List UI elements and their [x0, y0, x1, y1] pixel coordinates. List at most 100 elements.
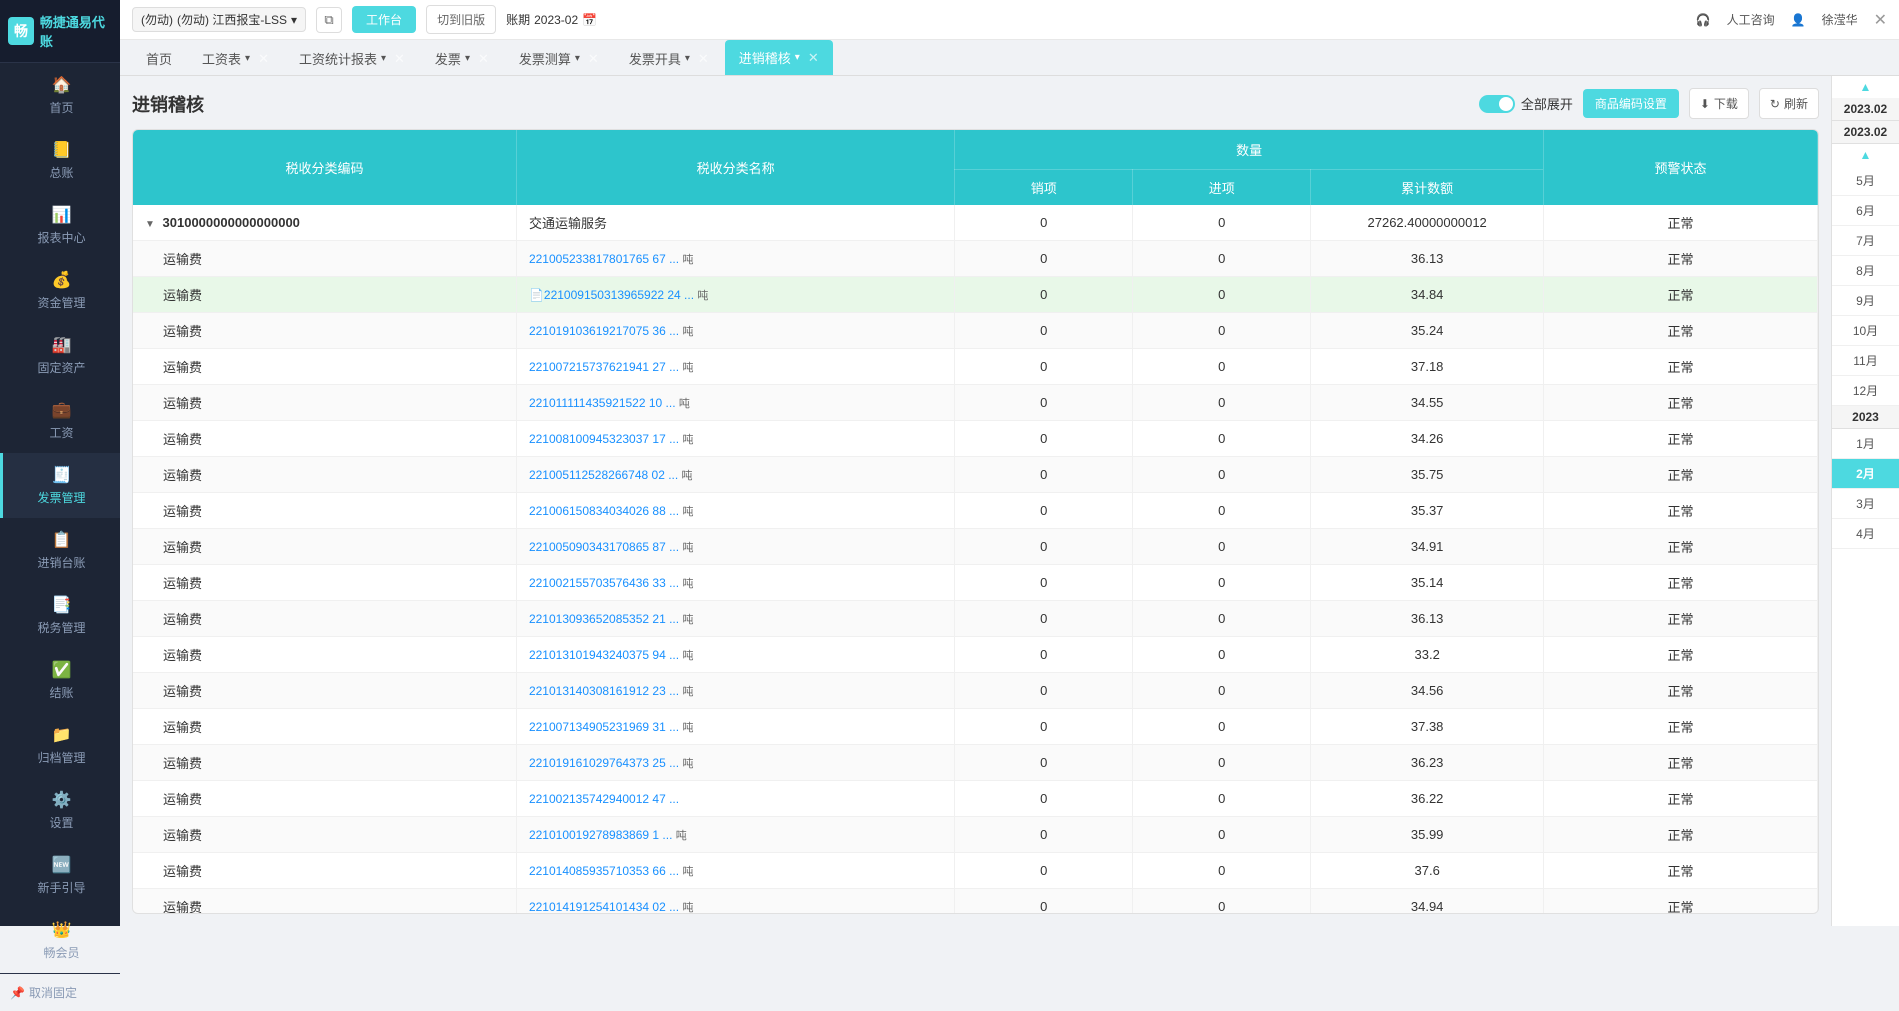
sidebar-item-member[interactable]: 👑 畅会员 — [0, 908, 120, 973]
company-select[interactable]: (勿动) (勿动) 江西报宝-LSS ▾ — [132, 7, 306, 32]
page-content: 进销稽核 全部展开 商品编码设置 ⬇ 下载 ↻ 刷新 — [120, 76, 1831, 926]
cal-month-5月[interactable]: 5月 — [1832, 166, 1899, 196]
tab-label-invoice: 发票 — [435, 49, 461, 68]
table-row[interactable]: 运输费 221019103619217075 36 ... 吨 0 0 35.2… — [133, 313, 1818, 349]
table-row[interactable]: 运输费 221002135742940012 47 ... 0 0 36.22 … — [133, 781, 1818, 817]
tab-salary[interactable]: 工资表 ▾ ✕ — [188, 39, 283, 76]
table-row[interactable]: 运输费 221010019278983869 1 ... 吨 0 0 35.99… — [133, 817, 1818, 853]
table-row[interactable]: 运输费 221005233817801765 67 ... 吨 0 0 36.1… — [133, 241, 1818, 277]
row-status: 正常 — [1544, 781, 1818, 817]
cal-nav-mid[interactable]: ▲ — [1832, 144, 1899, 166]
toggle-switch[interactable] — [1479, 95, 1515, 113]
row-jin: 0 — [1133, 457, 1311, 493]
row-jin: 0 — [1133, 349, 1311, 385]
row-status: 正常 — [1544, 313, 1818, 349]
table-row[interactable]: 运输费 221005090343170865 87 ... 吨 0 0 34.9… — [133, 529, 1818, 565]
table-row[interactable]: 运输费 221013101943240375 94 ... 吨 0 0 33.2… — [133, 637, 1818, 673]
table-row[interactable]: ▼ 3010000000000000000 交通运输服务 0 0 27262.4… — [133, 205, 1818, 241]
sidebar-item-ledger[interactable]: 📒 总账 — [0, 128, 120, 193]
tab-dropdown-icon-in-out-check: ▾ — [795, 52, 800, 63]
cal-month-7月[interactable]: 7月 — [1832, 226, 1899, 256]
tab-home[interactable]: 首页 — [132, 39, 186, 76]
table-row[interactable]: 运输费 221011111435921522 10 ... 吨 0 0 34.5… — [133, 385, 1818, 421]
row-code: ▼ 3010000000000000000 — [133, 205, 516, 241]
switch-button[interactable]: 切到旧版 — [426, 5, 496, 34]
cal-month-3月[interactable]: 3月 — [1832, 489, 1899, 519]
table-row[interactable]: 运输费 221013093652085352 21 ... 吨 0 0 36.1… — [133, 601, 1818, 637]
tab-in-out-check[interactable]: 进销稽核 ▾ ✕ — [725, 40, 833, 75]
cal-month-10月[interactable]: 10月 — [1832, 316, 1899, 346]
sidebar-icon-member: 👑 — [52, 920, 72, 940]
tab-close-salary[interactable]: ✕ — [258, 51, 269, 67]
tab-invoice-calc[interactable]: 发票测算 ▾ ✕ — [505, 39, 613, 76]
row-leiji: 37.6 — [1311, 853, 1544, 889]
sidebar-icon-archive: 📁 — [52, 725, 72, 745]
row-name: 运输费 — [133, 817, 516, 853]
sidebar-item-salary[interactable]: 💼 工资 — [0, 388, 120, 453]
tab-close-invoice-open[interactable]: ✕ — [698, 51, 709, 67]
main-table-container: 税收分类编码 税收分类名称 数量 预警状态 销项 进项 累计数额 ▼ — [132, 129, 1819, 914]
row-leiji: 35.14 — [1311, 565, 1544, 601]
col-header-name: 税收分类名称 — [516, 130, 954, 205]
row-xiao: 0 — [955, 277, 1133, 313]
row-jin: 0 — [1133, 493, 1311, 529]
tab-salary-stat[interactable]: 工资统计报表 ▾ ✕ — [285, 39, 419, 76]
tab-invoice-open[interactable]: 发票开具 ▾ ✕ — [615, 39, 723, 76]
sidebar-item-in-out-ledger[interactable]: 📋 进销台账 — [0, 518, 120, 583]
table-row[interactable]: 运输费 221019161029764373 25 ... 吨 0 0 36.2… — [133, 745, 1818, 781]
cal-month-9月[interactable]: 9月 — [1832, 286, 1899, 316]
sidebar-icon-settings: ⚙️ — [52, 790, 72, 810]
table-row[interactable]: 运输费 221014085935710353 66 ... 吨 0 0 37.6… — [133, 853, 1818, 889]
copy-button[interactable]: ⧉ — [316, 7, 342, 33]
table-row[interactable]: 运输费 221007134905231969 31 ... 吨 0 0 37.3… — [133, 709, 1818, 745]
row-status: 正常 — [1544, 817, 1818, 853]
table-row[interactable]: 运输费 221007215737621941 27 ... 吨 0 0 37.1… — [133, 349, 1818, 385]
row-name: 运输费 — [133, 493, 516, 529]
sidebar-item-guide[interactable]: 🆕 新手引导 — [0, 843, 120, 908]
table-row[interactable]: 运输费 221002155703576436 33 ... 吨 0 0 35.1… — [133, 565, 1818, 601]
table-row[interactable]: 运输费 📄221009150313965922 24 ... 吨 0 0 34.… — [133, 277, 1818, 313]
download-button[interactable]: ⬇ 下载 — [1689, 88, 1749, 119]
page-title: 进销稽核 — [132, 91, 204, 117]
cal-month-8月[interactable]: 8月 — [1832, 256, 1899, 286]
sidebar-item-invoice-mgmt[interactable]: 🧾 发票管理 — [0, 453, 120, 518]
sidebar-item-tax[interactable]: 📑 税务管理 — [0, 583, 120, 648]
cal-month-1月[interactable]: 1月 — [1832, 429, 1899, 459]
toggle-label: 全部展开 — [1521, 94, 1573, 113]
sidebar-item-reports[interactable]: 📊 报表中心 — [0, 193, 120, 258]
sidebar-item-home[interactable]: 🏠 首页 — [0, 63, 120, 128]
close-button[interactable]: ✕ — [1874, 10, 1887, 30]
table-row[interactable]: 运输费 221006150834034026 88 ... 吨 0 0 35.3… — [133, 493, 1818, 529]
table-row[interactable]: 运输费 221013140308161912 23 ... 吨 0 0 34.5… — [133, 673, 1818, 709]
tab-close-salary-stat[interactable]: ✕ — [394, 51, 405, 67]
cal-month-12月[interactable]: 12月 — [1832, 376, 1899, 406]
sidebar-item-funds[interactable]: 💰 资金管理 — [0, 258, 120, 323]
cal-month-6月[interactable]: 6月 — [1832, 196, 1899, 226]
support-label[interactable]: 人工咨询 — [1727, 11, 1775, 28]
cal-month-4月[interactable]: 4月 — [1832, 519, 1899, 549]
cal-nav-up[interactable]: ▲ — [1832, 76, 1899, 98]
row-name: 运输费 — [133, 421, 516, 457]
table-row[interactable]: 运输费 221014191254101434 02 ... 吨 0 0 34.9… — [133, 889, 1818, 915]
settings-button[interactable]: 商品编码设置 — [1583, 89, 1679, 118]
workspace-button[interactable]: 工作台 — [352, 6, 416, 33]
cal-month-2月[interactable]: 2月 — [1832, 459, 1899, 489]
expand-toggle[interactable]: 全部展开 — [1479, 94, 1573, 113]
row-jin: 0 — [1133, 529, 1311, 565]
sidebar-item-archive[interactable]: 📁 归档管理 — [0, 713, 120, 778]
refresh-button[interactable]: ↻ 刷新 — [1759, 88, 1819, 119]
cal-month-11月[interactable]: 11月 — [1832, 346, 1899, 376]
tab-close-invoice-calc[interactable]: ✕ — [588, 51, 599, 67]
sidebar-item-assets[interactable]: 🏭 固定资产 — [0, 323, 120, 388]
sidebar-item-settlement[interactable]: ✅ 结账 — [0, 648, 120, 713]
tab-invoice[interactable]: 发票 ▾ ✕ — [421, 39, 503, 76]
sidebar-item-settings[interactable]: ⚙️ 设置 — [0, 778, 120, 843]
table-row[interactable]: 运输费 221008100945323037 17 ... 吨 0 0 34.2… — [133, 421, 1818, 457]
expand-icon[interactable]: ▼ — [145, 219, 155, 230]
sidebar-label-salary: 工资 — [49, 424, 73, 441]
tab-close-in-out-check[interactable]: ✕ — [808, 50, 819, 66]
main-table: 税收分类编码 税收分类名称 数量 预警状态 销项 进项 累计数额 ▼ — [133, 130, 1818, 914]
tab-close-invoice[interactable]: ✕ — [478, 51, 489, 67]
table-row[interactable]: 运输费 221005112528266748 02 ... 吨 0 0 35.7… — [133, 457, 1818, 493]
pin-toggle[interactable]: 📌 取消固定 — [0, 973, 120, 1011]
